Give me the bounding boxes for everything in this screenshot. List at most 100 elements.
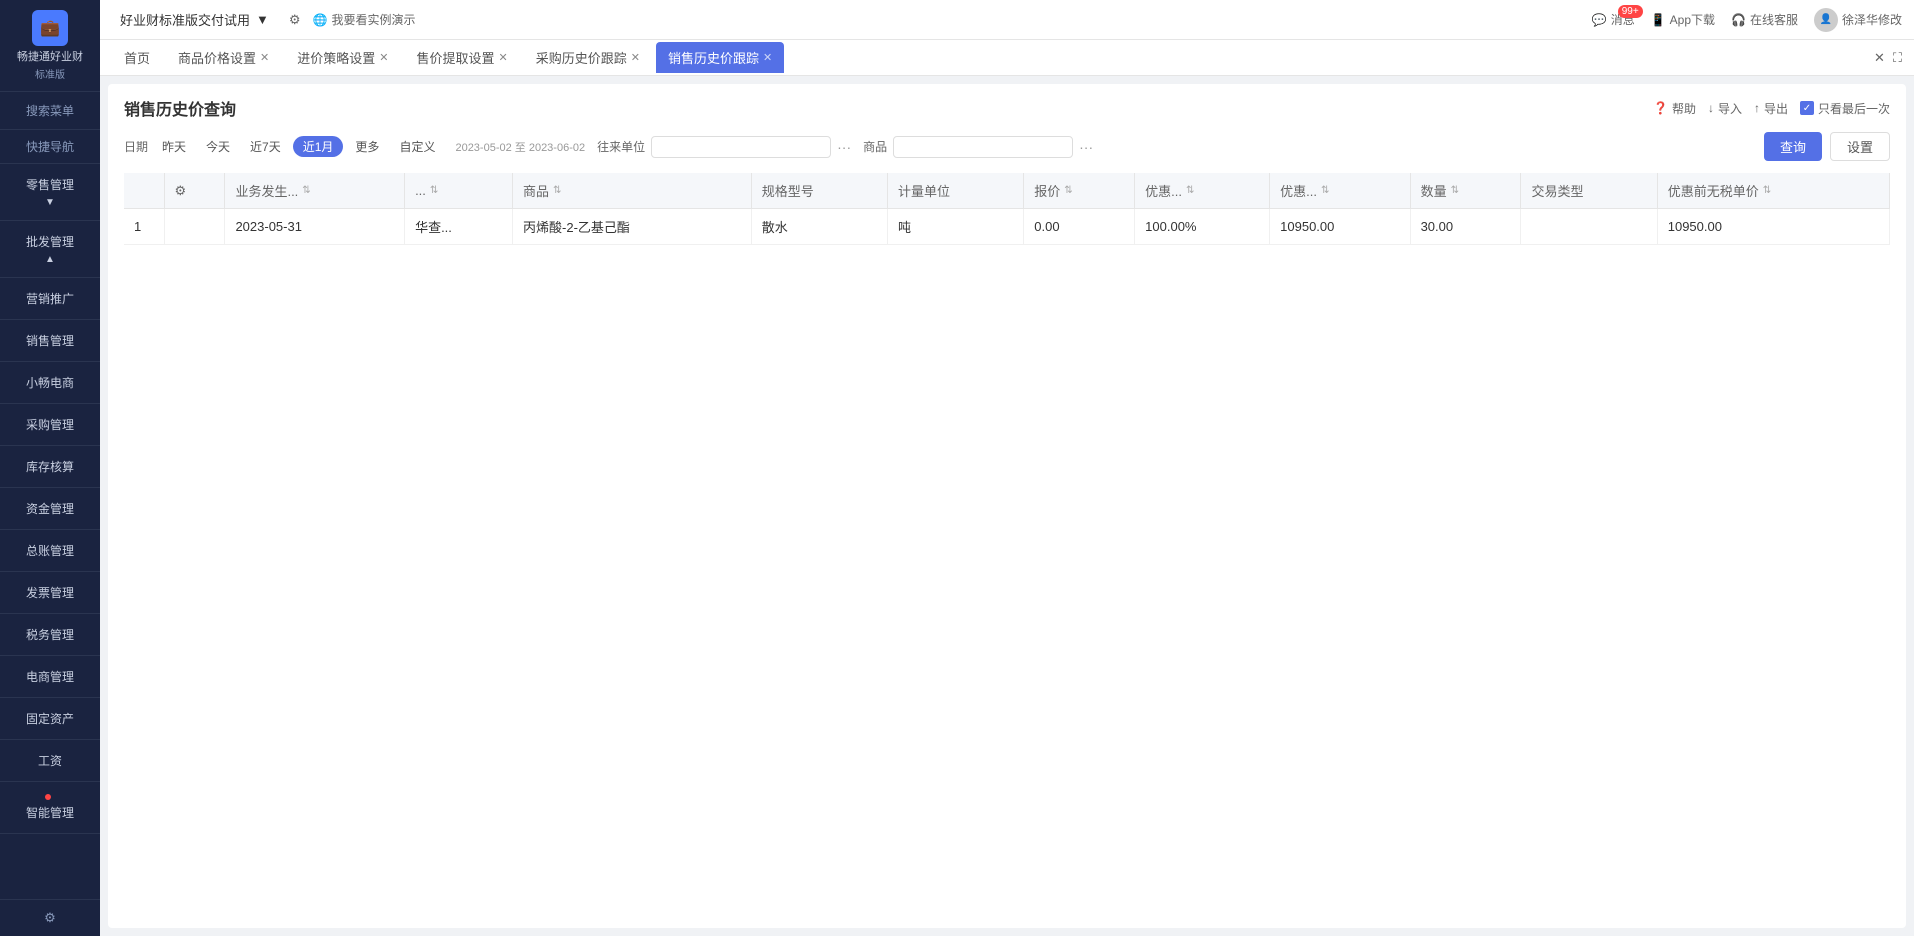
sidebar-item-sales[interactable]: 销售管理 xyxy=(0,320,100,362)
col-settings[interactable]: ⚙ xyxy=(164,173,225,209)
online-service-button[interactable]: 🎧 在线客服 xyxy=(1731,11,1798,28)
cell-pretax-price: 10950.00 xyxy=(1657,209,1889,245)
from-unit-input[interactable] xyxy=(651,136,831,158)
help-button[interactable]: ❓ 帮助 xyxy=(1653,100,1696,117)
sidebar-search[interactable]: 搜索菜单 xyxy=(0,92,100,130)
cell-spec: 散水 xyxy=(751,209,887,245)
app-download-button[interactable]: 📱 App下载 xyxy=(1651,11,1715,28)
sidebar-bottom-settings[interactable]: ⚙ xyxy=(0,899,100,936)
tab-sales-history-close-icon[interactable]: ✕ xyxy=(763,51,772,64)
sort-more-icon: ⇅ xyxy=(430,185,438,196)
sidebar-item-tax[interactable]: 税务管理 xyxy=(0,614,100,656)
column-settings-icon[interactable]: ⚙ xyxy=(175,183,187,198)
sidebar-item-invoice[interactable]: 发票管理 xyxy=(0,572,100,614)
message-button[interactable]: 💬 消息 99+ xyxy=(1592,11,1635,28)
import-button[interactable]: ↓ 导入 xyxy=(1708,100,1742,117)
filter-bar: 日期 昨天 今天 近7天 近1月 更多 自定义 2023-05-02 至 202… xyxy=(124,132,1890,161)
data-table: ⚙ 业务发生... ⇅ ... ⇅ xyxy=(124,173,1890,245)
col-discount1[interactable]: 优惠... ⇅ xyxy=(1135,173,1270,209)
help-icon: ❓ xyxy=(1653,101,1668,115)
date-last7-btn[interactable]: 近7天 xyxy=(242,136,289,157)
topbar-right: 💬 消息 99+ 📱 App下载 🎧 在线客服 👤 徐泽华修改 xyxy=(1592,8,1902,32)
query-button[interactable]: 查询 xyxy=(1764,132,1822,161)
demo-globe-icon: 🌐 xyxy=(313,13,328,27)
col-biz-date[interactable]: 业务发生... ⇅ xyxy=(225,173,405,209)
logo-icon: 💼 xyxy=(32,10,68,46)
from-unit-more-icon[interactable]: ··· xyxy=(837,139,851,155)
tab-sales-history[interactable]: 销售历史价跟踪 ✕ xyxy=(656,42,784,73)
tab-purchase-history-close-icon[interactable]: ✕ xyxy=(631,51,640,64)
tab-fullscreen-icon[interactable]: ⛶ xyxy=(1893,50,1902,66)
sidebar-item-purchase[interactable]: 采购管理 xyxy=(0,404,100,446)
tab-product-price-close-icon[interactable]: ✕ xyxy=(260,51,269,64)
date-last1m-btn[interactable]: 近1月 xyxy=(293,136,344,157)
tabs-controls: ✕ ⛶ xyxy=(1874,50,1902,66)
sidebar-quicknav[interactable]: 快捷导航 xyxy=(0,130,100,164)
col-price[interactable]: 报价 ⇅ xyxy=(1024,173,1135,209)
product-more-icon[interactable]: ··· xyxy=(1079,139,1093,155)
col-more[interactable]: ... ⇅ xyxy=(405,173,513,209)
sidebar-item-ecommerce[interactable]: 小畅电商 xyxy=(0,362,100,404)
date-custom-btn[interactable]: 自定义 xyxy=(391,136,443,157)
sidebar-item-retail[interactable]: 零售管理 ▼ xyxy=(0,164,100,221)
logo-title: 畅捷通好业财 xyxy=(17,50,83,64)
edition-selector[interactable]: 好业财标准版交付试用 ▼ xyxy=(112,6,277,33)
sort-discount1-icon: ⇅ xyxy=(1186,185,1194,196)
demo-link[interactable]: 🌐 我要看实例演示 xyxy=(313,11,416,28)
date-more-btn[interactable]: 更多 xyxy=(347,136,387,157)
tab-sale-price[interactable]: 售价提取设置 ✕ xyxy=(404,42,519,73)
export-button[interactable]: ↑ 导出 xyxy=(1754,100,1788,117)
selector-chevron-icon: ▼ xyxy=(256,12,269,27)
user-profile-button[interactable]: 👤 徐泽华修改 xyxy=(1814,8,1902,32)
date-today-btn[interactable]: 今天 xyxy=(198,136,238,157)
logo-badge: 标准版 xyxy=(35,66,65,81)
message-icon: 💬 xyxy=(1592,13,1607,27)
col-spec: 规格型号 xyxy=(751,173,887,209)
sort-price-icon: ⇅ xyxy=(1064,185,1072,196)
sort-biz-date-icon: ⇅ xyxy=(302,185,310,196)
tab-purchase-history[interactable]: 采购历史价跟踪 ✕ xyxy=(524,42,652,73)
filter-actions: 查询 设置 xyxy=(1764,132,1890,161)
page-title: 销售历史价查询 xyxy=(124,96,236,120)
settings-button[interactable]: 设置 xyxy=(1830,132,1890,161)
sidebar-item-ecmgmt[interactable]: 电商管理 xyxy=(0,656,100,698)
col-pretax-price[interactable]: 优惠前无税单价 ⇅ xyxy=(1657,173,1889,209)
cell-discount2: 10950.00 xyxy=(1270,209,1410,245)
cell-qty: 30.00 xyxy=(1410,209,1521,245)
sidebar-item-ledger[interactable]: 总账管理 xyxy=(0,530,100,572)
tab-home[interactable]: 首页 xyxy=(112,42,162,73)
sidebar-item-finance[interactable]: 资金管理 xyxy=(0,488,100,530)
sort-pretax-icon: ⇅ xyxy=(1763,185,1771,196)
cell-discount1: 100.00% xyxy=(1135,209,1270,245)
tab-sale-price-close-icon[interactable]: ✕ xyxy=(499,51,508,64)
col-qty[interactable]: 数量 ⇅ xyxy=(1410,173,1521,209)
sidebar-item-assets[interactable]: 固定资产 xyxy=(0,698,100,740)
col-unit: 计量单位 xyxy=(888,173,1024,209)
only-last-checkbox[interactable]: ✓ 只看最后一次 xyxy=(1800,100,1890,117)
message-badge: 99+ xyxy=(1618,5,1643,18)
col-product[interactable]: 商品 ⇅ xyxy=(513,173,752,209)
cell-trade-type xyxy=(1521,209,1657,245)
sidebar-item-marketing[interactable]: 营销推广 xyxy=(0,278,100,320)
topbar: 好业财标准版交付试用 ▼ ⚙ 🌐 我要看实例演示 💬 消息 99+ 📱 App下… xyxy=(100,0,1914,40)
col-discount2[interactable]: 优惠... ⇅ xyxy=(1270,173,1410,209)
tab-product-price[interactable]: 商品价格设置 ✕ xyxy=(166,42,281,73)
product-input[interactable] xyxy=(893,136,1073,158)
settings-gear-icon[interactable]: ⚙ xyxy=(285,8,305,32)
export-icon: ↑ xyxy=(1754,101,1760,115)
sidebar-item-payroll[interactable]: 工资 xyxy=(0,740,100,782)
sidebar-item-inventory[interactable]: 库存核算 xyxy=(0,446,100,488)
sidebar-item-smart[interactable]: 智能管理 xyxy=(0,782,100,834)
tab-bar: 首页 商品价格设置 ✕ 进价策略设置 ✕ 售价提取设置 ✕ 采购历史价跟踪 ✕ … xyxy=(100,40,1914,76)
tab-purchase-strategy-close-icon[interactable]: ✕ xyxy=(379,51,388,64)
topbar-left: 好业财标准版交付试用 ▼ ⚙ 🌐 我要看实例演示 xyxy=(112,6,416,33)
date-options: 昨天 今天 近7天 近1月 更多 自定义 xyxy=(154,136,443,157)
sidebar-item-wholesale[interactable]: 批发管理 ▲ xyxy=(0,221,100,278)
tab-purchase-strategy[interactable]: 进价策略设置 ✕ xyxy=(285,42,400,73)
date-yesterday-btn[interactable]: 昨天 xyxy=(154,136,194,157)
tab-close-window-icon[interactable]: ✕ xyxy=(1874,50,1885,66)
from-unit-filter-group: 往来单位 ··· xyxy=(597,136,851,158)
sort-product-icon: ⇅ xyxy=(553,185,561,196)
page-header: 销售历史价查询 ❓ 帮助 ↓ 导入 ↑ 导出 ✓ 只看最后一次 xyxy=(124,96,1890,120)
table-row: 1 2023-05-31 华查... 丙烯酸-2-乙基己酯 散水 吨 0.00 … xyxy=(124,209,1890,245)
